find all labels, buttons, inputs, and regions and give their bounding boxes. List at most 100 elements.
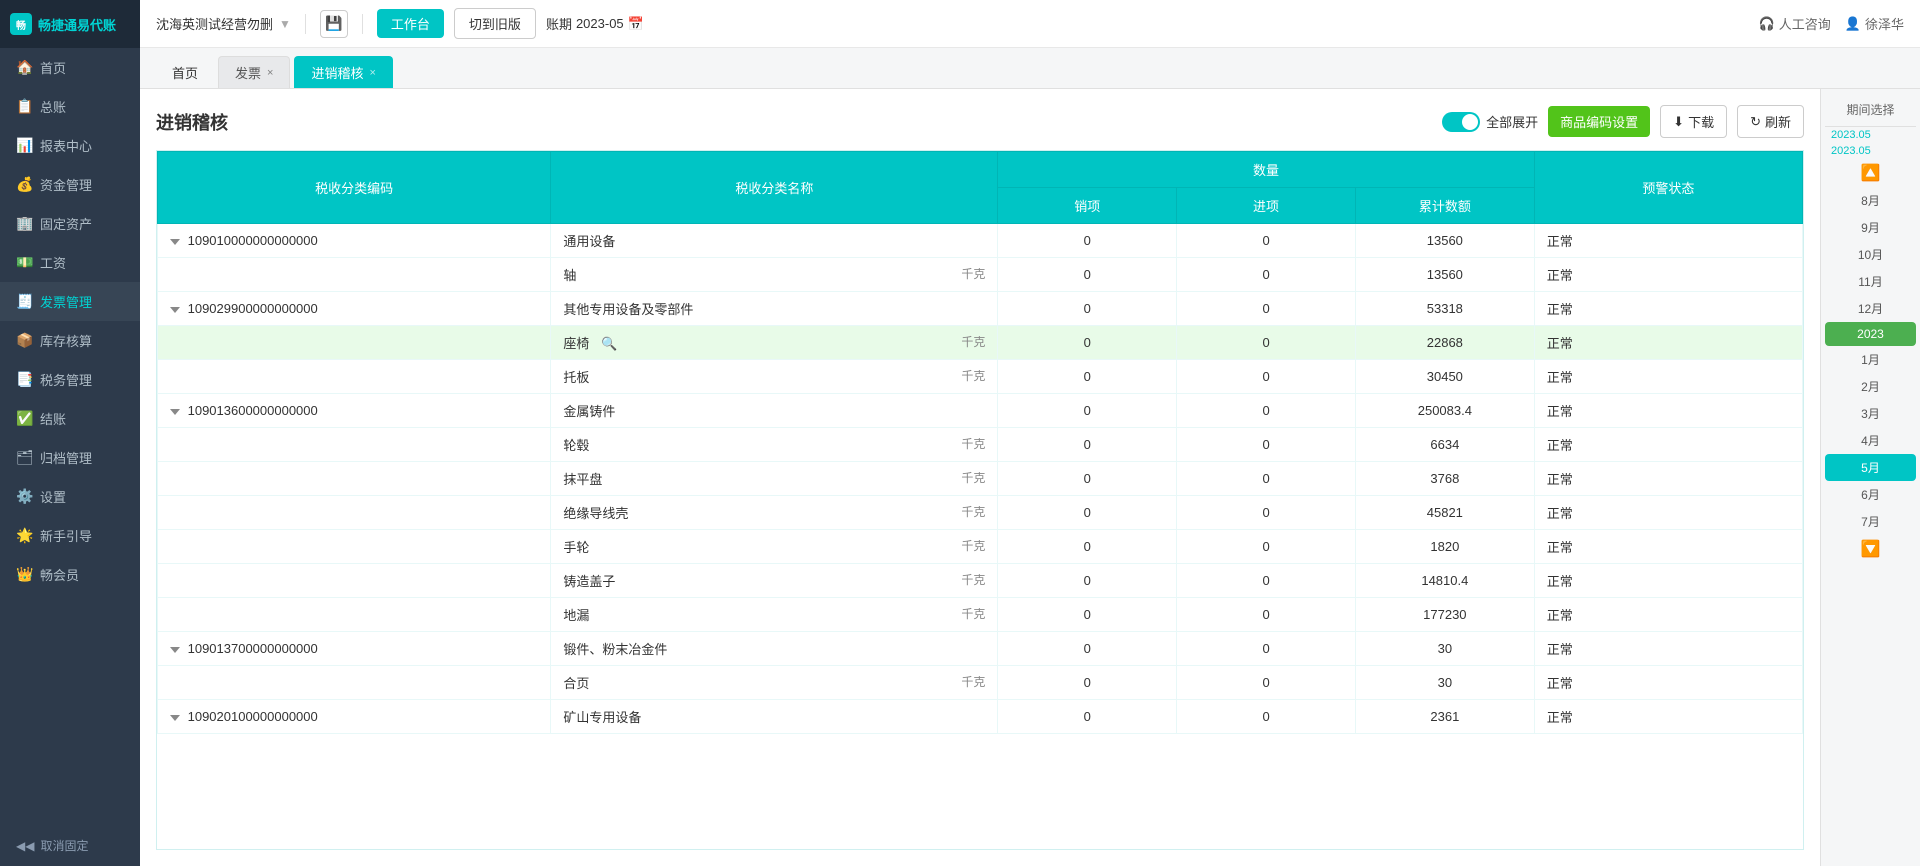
help-button[interactable]: 🎧 人工咨询 — [1759, 14, 1831, 33]
expand-triangle[interactable] — [170, 715, 180, 721]
panel-month-6[interactable]: 6月 — [1825, 481, 1916, 508]
panel-month-2[interactable]: 2月 — [1825, 373, 1916, 400]
cell-name: 矿山专用设备 — [551, 700, 998, 734]
cell-warning: 正常 — [1534, 428, 1802, 462]
sidebar-item-guide[interactable]: 🌟 新手引导 — [0, 516, 140, 555]
th-quantity-group: 数量 — [998, 152, 1534, 188]
refresh-label: 刷新 — [1765, 112, 1791, 131]
cell-name: 托板 千克 — [551, 360, 998, 394]
cell-code — [158, 530, 551, 564]
cell-warning: 正常 — [1534, 530, 1802, 564]
expand-triangle[interactable] — [170, 647, 180, 653]
tab-purchase-sales[interactable]: 进销稽核 × — [294, 56, 392, 88]
panel-month-8[interactable]: 8月 — [1825, 187, 1916, 214]
panel-month-9[interactable]: 9月 — [1825, 214, 1916, 241]
page-title: 进销稽核 — [156, 109, 228, 135]
cell-sales: 0 — [998, 530, 1177, 564]
sidebar-item-checkout[interactable]: ✅ 结账 — [0, 399, 140, 438]
panel-period-label2: 2023.05 — [1831, 145, 1871, 157]
cell-code — [158, 258, 551, 292]
sidebar-item-label: 工资 — [40, 253, 66, 272]
cell-sales: 0 — [998, 564, 1177, 598]
download-button[interactable]: ⬇ 下载 — [1660, 105, 1727, 138]
panel-month-12[interactable]: 12月 — [1825, 295, 1916, 322]
th-sales: 销项 — [998, 188, 1177, 224]
calendar-icon[interactable]: 📅 — [628, 16, 644, 32]
refresh-button[interactable]: ↻ 刷新 — [1737, 105, 1804, 138]
expand-triangle[interactable] — [170, 239, 180, 245]
company-selector[interactable]: 沈海英测试经营勿删 ▼ — [156, 14, 291, 33]
tab-invoice-close[interactable]: × — [267, 67, 273, 79]
page-header: 进销稽核 全部展开 商品编码设置 ⬇ 下载 ↻ 刷 — [156, 105, 1804, 138]
save-button[interactable]: 💾 — [320, 10, 348, 38]
table-row: 抹平盘 千克 0 0 3768 正常 — [158, 462, 1803, 496]
search-icon[interactable]: 🔍 — [601, 336, 617, 351]
sidebar-item-tax[interactable]: 📑 税务管理 — [0, 360, 140, 399]
switch-old-button[interactable]: 切到旧版 — [454, 8, 536, 39]
cell-purchase: 0 — [1177, 666, 1356, 700]
inventory-icon: 📦 — [16, 332, 32, 349]
tab-home[interactable]: 首页 — [156, 57, 214, 88]
sidebar-item-reports[interactable]: 📊 报表中心 — [0, 126, 140, 165]
expand-triangle[interactable] — [170, 307, 180, 313]
panel-up-chevron[interactable]: 🔼 — [1825, 159, 1916, 187]
toggle-track[interactable] — [1442, 112, 1480, 132]
cell-warning: 正常 — [1534, 360, 1802, 394]
expand-triangle[interactable] — [170, 409, 180, 415]
sidebar-item-label: 设置 — [40, 487, 66, 506]
help-icon: 🎧 — [1759, 16, 1775, 32]
tab-home-label: 首页 — [172, 63, 198, 82]
cell-warning: 正常 — [1534, 700, 1802, 734]
period-value: 2023-05 — [576, 16, 624, 31]
tab-invoice[interactable]: 发票 × — [218, 56, 290, 88]
user-icon: 👤 — [1845, 16, 1861, 32]
table-row: 109010000000000000 通用设备 0 0 13560 正常 — [158, 224, 1803, 258]
assets-icon: 🏢 — [16, 215, 32, 232]
sidebar-item-label: 库存核算 — [40, 331, 92, 350]
cell-code — [158, 428, 551, 462]
cell-purchase: 0 — [1177, 700, 1356, 734]
panel-down-chevron[interactable]: 🔽 — [1825, 535, 1916, 563]
sidebar-item-label: 归档管理 — [40, 448, 92, 467]
sidebar-item-member[interactable]: 👑 畅会员 — [0, 555, 140, 594]
cell-name: 手轮 千克 — [551, 530, 998, 564]
right-panel: 期间选择 2023.05 2023.05 🔼 8月 9月 10月 11月 12月… — [1820, 89, 1920, 866]
sidebar-item-settings[interactable]: ⚙️ 设置 — [0, 477, 140, 516]
user-profile[interactable]: 👤 徐泽华 — [1845, 14, 1904, 33]
tax-icon: 📑 — [16, 371, 32, 388]
panel-month-1[interactable]: 1月 — [1825, 346, 1916, 373]
sidebar-item-label: 首页 — [40, 58, 66, 77]
sidebar-item-home[interactable]: 🏠 首页 — [0, 48, 140, 87]
panel-month-4[interactable]: 4月 — [1825, 427, 1916, 454]
panel-month-3[interactable]: 3月 — [1825, 400, 1916, 427]
table-row: 手轮 千克 0 0 1820 正常 — [158, 530, 1803, 564]
tab-purchase-sales-close[interactable]: × — [369, 67, 375, 79]
cell-code: 109013700000000000 — [158, 632, 551, 666]
sidebar-item-inventory[interactable]: 📦 库存核算 — [0, 321, 140, 360]
sidebar-item-archive[interactable]: 🗂 归档管理 — [0, 438, 140, 477]
sidebar-item-finance[interactable]: 💰 资金管理 — [0, 165, 140, 204]
workbench-button[interactable]: 工作台 — [377, 9, 444, 38]
data-table-container: 税收分类编码 税收分类名称 数量 预警状态 销项 进项 累计数额 — [156, 150, 1804, 850]
product-code-button[interactable]: 商品编码设置 — [1548, 106, 1650, 137]
cell-warning: 正常 — [1534, 224, 1802, 258]
sidebar-item-payroll[interactable]: 💵 工资 — [0, 243, 140, 282]
cell-warning: 正常 — [1534, 496, 1802, 530]
cell-sales: 0 — [998, 258, 1177, 292]
panel-month-11[interactable]: 11月 — [1825, 268, 1916, 295]
sidebar-item-label: 新手引导 — [40, 526, 92, 545]
expand-toggle[interactable]: 全部展开 — [1442, 112, 1538, 132]
sidebar-item-ledger[interactable]: 📋 总账 — [0, 87, 140, 126]
cell-total: 1820 — [1355, 530, 1534, 564]
cell-sales: 0 — [998, 428, 1177, 462]
sidebar-item-invoice[interactable]: 🧾 发票管理 — [0, 282, 140, 321]
sidebar-item-assets[interactable]: 🏢 固定资产 — [0, 204, 140, 243]
panel-month-5-active[interactable]: 5月 — [1825, 454, 1916, 481]
sidebar-unpin-button[interactable]: ◀◀ 取消固定 — [0, 825, 140, 866]
panel-month-10[interactable]: 10月 — [1825, 241, 1916, 268]
download-label: 下载 — [1688, 112, 1714, 131]
cell-total: 30 — [1355, 666, 1534, 700]
panel-month-7[interactable]: 7月 — [1825, 508, 1916, 535]
cell-purchase: 0 — [1177, 564, 1356, 598]
cell-purchase: 0 — [1177, 428, 1356, 462]
